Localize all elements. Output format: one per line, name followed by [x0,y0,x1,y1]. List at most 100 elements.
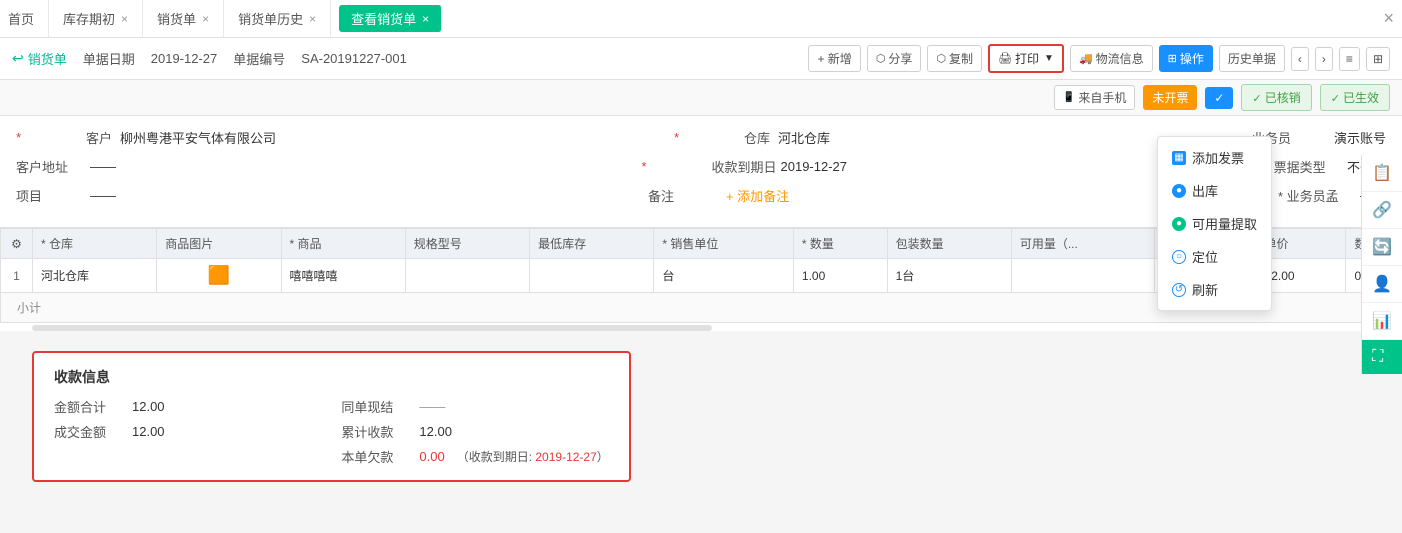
print-button[interactable]: 🖨 打印 ▼ [988,44,1064,73]
confirm-button[interactable]: ✓ [1205,87,1233,109]
tab-sales-history[interactable]: 销货单历史 × [224,0,331,38]
project-field: 项目 —— [16,186,568,205]
arrears-value: 0.00 [419,449,444,464]
right-icon-5[interactable]: 📊 [1362,303,1402,340]
tab-close-view[interactable]: × [422,12,429,26]
table-image-header: 商品图片 [157,229,281,259]
row-quantity: 1.00 [793,259,887,293]
address-field: 客户地址 —— [16,157,562,176]
right-icon-2[interactable]: 🔗 [1362,192,1402,229]
payment-date-value: 2019-12-27 [781,159,848,174]
number-value: SA-20191227-001 [301,51,407,66]
row-product: 嘻嘻嘻嘻 [281,259,405,293]
table-available-header: 可用量（... [1011,229,1154,259]
tab-close-history[interactable]: × [309,12,316,26]
customer-field: * 客户 柳州粤港平安气体有限公司 [16,128,594,147]
arrears-label: 本单欠款 [341,447,411,466]
add-note-button[interactable]: + 添加备注 [726,186,789,205]
note-label: 备注 [648,186,718,205]
locate-icon: ○ [1172,250,1186,264]
table-warehouse-header: * 仓库 [33,229,157,259]
tab-close-inventory[interactable]: × [121,12,128,26]
new-button[interactable]: + 新增 [808,45,860,72]
right-icon-3[interactable]: 🔄 [1362,229,1402,266]
cumulative-item: 累计收款 12.00 [341,422,608,441]
dropdown-available-qty[interactable]: ● 可用量提取 [1158,207,1271,240]
transaction-item: 成交金额 12.00 [54,422,321,441]
arrears-item: 本单欠款 0.00 （收款到期日: 2019-12-27） [341,447,608,466]
payment-date-label-text: 收款到期日 [712,157,777,176]
table-pack-header: 包装数量 [887,229,1011,259]
staff-label-text: * 业务员孟 [1278,186,1348,205]
available-qty-icon: ● [1172,217,1186,231]
project-label: 项目 [16,186,86,205]
refresh-icon: ↺ [1172,283,1186,297]
add-invoice-icon: ▦ [1172,151,1186,165]
logistics-button[interactable]: 🚚 物流信息 [1070,45,1153,72]
dropdown-menu: ▦ 添加发票 ● 出库 ● 可用量提取 ○ 定位 ↺ 刷新 [1157,136,1272,311]
copy-button[interactable]: ⬡ 复制 [927,45,982,72]
row-num: 1 [1,259,33,293]
row-warehouse: 河北仓库 [33,259,157,293]
total-amount-label: 金额合计 [54,397,124,416]
window-close-button[interactable]: × [1383,8,1394,29]
outbound-icon: ● [1172,184,1186,198]
number-label: 单据编号 [233,49,285,68]
right-icon-fullscreen[interactable]: ⛶ [1362,340,1402,374]
customer-value: 柳州粤港平安气体有限公司 [120,128,276,147]
from-phone-button[interactable]: 📱 来自手机 [1054,85,1135,110]
tab-home[interactable]: 首页 [8,0,49,38]
table-unit-header: * 销售单位 [654,229,794,259]
warehouse-label-text: 仓库 [744,128,774,147]
dropdown-outbound[interactable]: ● 出库 [1158,174,1271,207]
same-order-value: —— [419,399,445,414]
transaction-value: 12.00 [132,424,165,439]
payment-info-section: 收款信息 金额合计 12.00 同单现结 —— 成交金额 12.00 累计收款 … [0,331,1402,502]
right-icon-4[interactable]: 👤 [1362,266,1402,303]
table-gear-header[interactable]: ⚙ [1,229,33,259]
date-value: 2019-12-27 [151,51,218,66]
doc-info: 单据日期 2019-12-27 单据编号 SA-20191227-001 [83,49,407,68]
dropdown-add-invoice[interactable]: ▦ 添加发票 [1158,141,1271,174]
table-quantity-header: * 数量 [793,229,887,259]
share-button[interactable]: ⬡ 分享 [867,45,922,72]
row-image: 🟧 [157,259,281,293]
dropdown-locate[interactable]: ○ 定位 [1158,240,1271,273]
table-min-stock-header: 最低库存 [530,229,654,259]
cumulative-value: 12.00 [419,424,452,439]
payment-title: 收款信息 [54,367,609,387]
transaction-label: 成交金额 [54,422,124,441]
warehouse-value: 河北仓库 [778,128,830,147]
primary-toolbar: ↩ 销货单 单据日期 2019-12-27 单据编号 SA-20191227-0… [0,38,1402,80]
employee-area: 业务员 演示账号 [1252,128,1386,147]
row-spec [405,259,529,293]
customer-label-text: 客户 [86,128,116,147]
tab-close-sales[interactable]: × [202,12,209,26]
tab-sales-order[interactable]: 销货单 × [143,0,224,38]
tab-view-sales[interactable]: 查看销货单 × [339,5,442,32]
payment-date-field: * 收款到期日 2019-12-27 [642,157,1188,176]
next-button[interactable]: › [1315,47,1333,71]
row-unit: 台 [654,259,794,293]
warehouse-label: * [674,130,744,145]
row-min-stock [530,259,654,293]
doc-type-badge: ↩ 销货单 [12,49,67,68]
note-field: 备注 + 添加备注 [648,186,1200,205]
date-label: 单据日期 [83,49,135,68]
project-value: —— [90,188,116,203]
prev-button[interactable]: ‹ [1291,47,1309,71]
row-available [1011,259,1154,293]
dropdown-refresh[interactable]: ↺ 刷新 [1158,273,1271,306]
grid-view-button[interactable]: ⊞ [1366,47,1390,71]
address-label: 客户地址 [16,157,86,176]
effect-status-badge: ✓ 已生效 [1320,84,1390,111]
not-open-button[interactable]: 未开票 [1143,85,1197,110]
right-panel: 📋 🔗 🔄 👤 📊 ⛶ [1361,155,1402,374]
history-button[interactable]: 历史单据 [1219,45,1285,72]
table-product-header: * 商品 [281,229,405,259]
tab-inventory-open[interactable]: 库存期初 × [49,0,143,38]
tab-bar: 首页 库存期初 × 销货单 × 销货单历史 × 查看销货单 × × [0,0,1402,38]
operations-button[interactable]: ⊞ 操作 [1159,45,1213,72]
right-icon-1[interactable]: 📋 [1362,155,1402,192]
list-view-button[interactable]: ≡ [1339,47,1360,71]
